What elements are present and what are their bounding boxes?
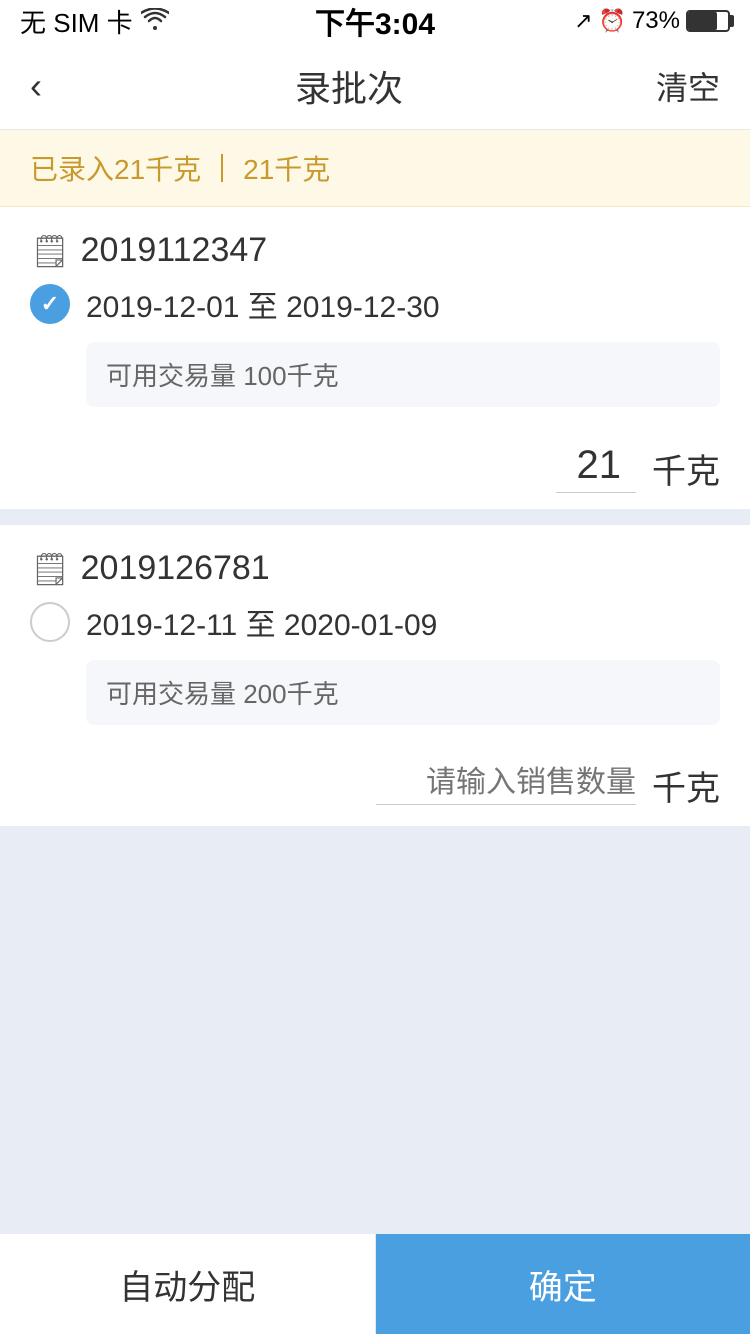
batch-available-2: 可用交易量 200千克 — [86, 660, 720, 725]
page-title: 录批次 — [295, 60, 403, 112]
summary-bar: 已录入21千克 21千克 — [0, 130, 750, 207]
batch-available-1: 可用交易量 100千克 — [86, 342, 720, 407]
quantity-input-2[interactable] — [376, 766, 636, 800]
batch-date-1: 2019-12-01 至 2019-12-30 — [86, 282, 440, 326]
quantity-row-1: 千克 — [0, 427, 750, 509]
sim-label: 无 SIM 卡 — [20, 3, 133, 40]
batch-radio-1[interactable] — [30, 284, 70, 324]
back-button[interactable]: ‹ — [30, 65, 42, 107]
clear-button[interactable]: 清空 — [656, 63, 720, 109]
quantity-row-2: 千克 — [0, 745, 750, 826]
status-time: 下午3:04 — [315, 0, 435, 43]
quantity-underline-1 — [556, 443, 636, 493]
status-left: 无 SIM 卡 — [20, 3, 169, 40]
batch-header-2: 🗒 2019126781 — [30, 549, 720, 588]
batch-id-2: 2019126781 — [81, 549, 270, 588]
quantity-unit-2: 千克 — [652, 761, 720, 810]
alarm-icon: ⏰ — [599, 8, 626, 34]
nav-bar: ‹ 录批次 清空 — [0, 42, 750, 130]
batch-header-1: 🗒 2019112347 — [30, 231, 720, 270]
batch-date-row-2: 2019-12-11 至 2020-01-09 — [30, 600, 720, 644]
summary-divider — [221, 154, 223, 182]
quantity-underline-2 — [376, 766, 636, 805]
status-bar: 无 SIM 卡 下午3:04 ↗ ⏰ 73% — [0, 0, 750, 42]
auto-distribute-button[interactable]: 自动分配 — [0, 1234, 376, 1334]
bottom-bar: 自动分配 确定 — [0, 1234, 750, 1334]
quantity-unit-1: 千克 — [652, 444, 720, 493]
batch-doc-icon-1: 🗒 — [30, 232, 71, 270]
confirm-button[interactable]: 确定 — [376, 1234, 750, 1334]
empty-area — [0, 826, 750, 1266]
batch-radio-2[interactable] — [30, 602, 70, 642]
batch-section-1: 🗒 2019112347 2019-12-01 至 2019-12-30 可用交… — [0, 207, 750, 509]
batch-item-2: 🗒 2019126781 2019-12-11 至 2020-01-09 可用交… — [0, 525, 750, 725]
wifi-icon — [141, 6, 169, 37]
summary-recorded: 已录入21千克 — [30, 148, 201, 188]
batch-date-row-1: 2019-12-01 至 2019-12-30 — [30, 282, 720, 326]
batch-section-2: 🗒 2019126781 2019-12-11 至 2020-01-09 可用交… — [0, 525, 750, 826]
batch-id-1: 2019112347 — [81, 231, 268, 270]
summary-value: 21千克 — [243, 148, 330, 188]
batch-doc-icon-2: 🗒 — [30, 550, 71, 588]
location-icon: ↗ — [574, 8, 592, 34]
batch-item-1: 🗒 2019112347 2019-12-01 至 2019-12-30 可用交… — [0, 207, 750, 407]
battery-percent: 73% — [632, 7, 680, 35]
section-divider — [0, 509, 750, 525]
batch-date-2: 2019-12-11 至 2020-01-09 — [86, 600, 437, 644]
battery-icon — [686, 10, 730, 32]
quantity-input-1[interactable] — [556, 443, 636, 488]
status-right: ↗ ⏰ 73% — [574, 7, 730, 35]
